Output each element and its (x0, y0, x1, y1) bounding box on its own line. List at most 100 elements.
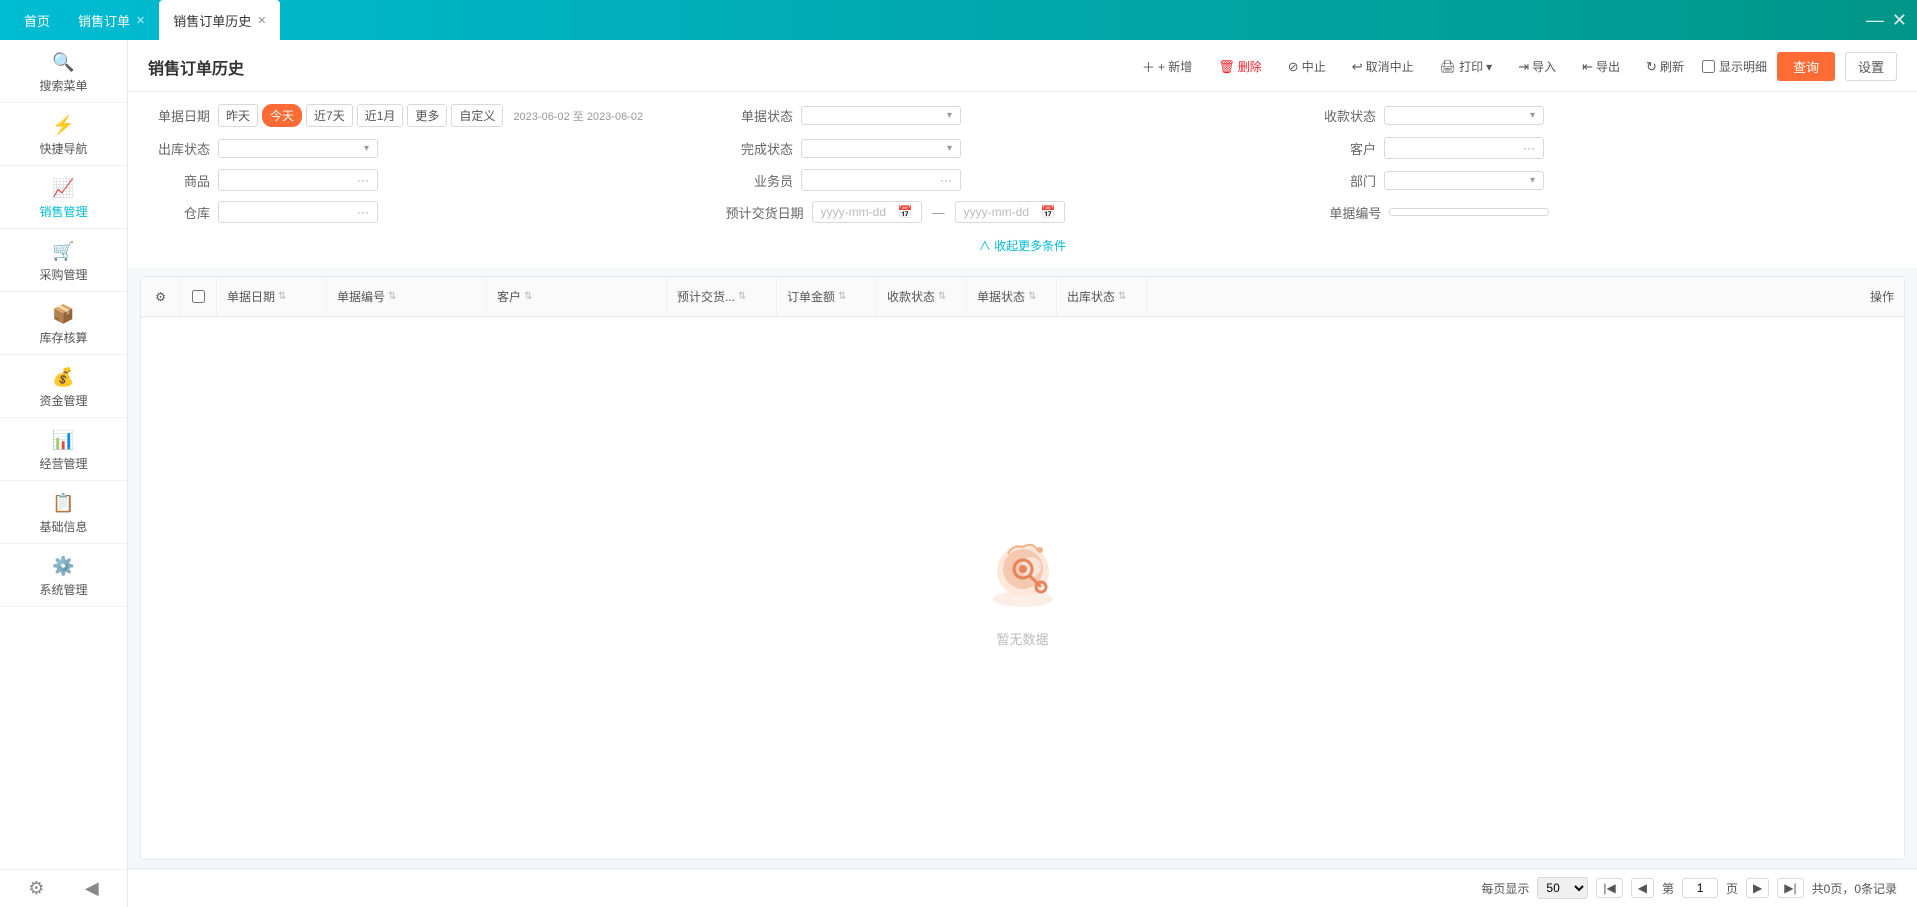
date-custom[interactable]: 自定义 (451, 104, 503, 127)
th-checkbox[interactable] (181, 277, 217, 316)
refresh-button[interactable]: ↻ 刷新 (1638, 54, 1692, 79)
select-all-checkbox[interactable] (192, 290, 205, 303)
page-label: 第 (1662, 880, 1674, 897)
out-status-chevron: ▾ (364, 143, 369, 154)
warehouse-control[interactable]: ··· (218, 201, 706, 223)
delete-button[interactable]: 🗑 删除 (1210, 54, 1270, 79)
payment-status-select[interactable]: ▾ (1384, 106, 1544, 125)
new-button[interactable]: ＋ + 新增 (1134, 53, 1200, 80)
warehouse-input[interactable]: ··· (218, 201, 378, 223)
stop-button[interactable]: ⊘ 中止 (1280, 54, 1334, 79)
sort-docno-icon: ⇅ (388, 291, 396, 302)
sort-customer-icon: ⇅ (524, 291, 532, 302)
doc-no-input[interactable] (1389, 208, 1549, 216)
th-payment[interactable]: 收款状态 ⇅ (877, 277, 967, 316)
top-bar-controls: — ✕ (1866, 10, 1917, 31)
customer-input[interactable]: ··· (1384, 137, 1544, 159)
goods-input[interactable]: ··· (218, 169, 378, 191)
date-1month[interactable]: 近1月 (357, 104, 404, 127)
out-status-control[interactable]: ▾ (218, 139, 711, 158)
query-button[interactable]: 查询 (1777, 52, 1835, 81)
window-minimize-icon[interactable]: — (1866, 10, 1884, 31)
delivery-date-label: 预计交货日期 (726, 203, 812, 222)
filter-area: 单据日期 昨天 今天 近7天 近1月 更多 自定义 2023-06-02 至 2… (128, 92, 1917, 268)
display-toggle[interactable]: 显示明细 (1702, 58, 1767, 75)
salesman-control[interactable]: ··· (801, 169, 1294, 191)
delivery-date-from[interactable]: yyyy-mm-dd 📅 (812, 201, 922, 223)
sidebar-item-purchase[interactable]: 🛒 采购管理 (0, 229, 127, 292)
empty-state: 暂无数据 (978, 529, 1068, 648)
settings-button[interactable]: 设置 (1845, 52, 1897, 81)
calendar-to-icon[interactable]: 📅 (1041, 205, 1056, 219)
salesman-dots: ··· (940, 173, 952, 187)
toolbar: ＋ + 新增 🗑 删除 ⊘ 中止 ↩ 取消中止 (1134, 52, 1897, 81)
out-status-select[interactable]: ▾ (218, 139, 378, 158)
window-close-icon[interactable]: ✕ (1892, 10, 1907, 31)
tab-sales-order-history[interactable]: 销售订单历史 ✕ (159, 0, 280, 40)
print-icon: 🖨 (1440, 59, 1457, 75)
payment-status-control[interactable]: ▾ (1384, 106, 1877, 125)
complete-status-label: 完成状态 (731, 139, 801, 158)
th-date[interactable]: 单据日期 ⇅ (217, 277, 327, 316)
sidebar-item-quicknav[interactable]: ⚡ 快捷导航 (0, 103, 127, 166)
tab-sales-order-history-close[interactable]: ✕ (257, 14, 266, 27)
empty-illustration (978, 529, 1068, 619)
page-header: 销售订单历史 ＋ + 新增 🗑 删除 ⊘ 中止 ↩ (128, 40, 1917, 92)
th-amount[interactable]: 订单金额 ⇅ (777, 277, 877, 316)
page-prev-button[interactable]: ◀ (1631, 878, 1654, 898)
date-7days[interactable]: 近7天 (306, 104, 353, 127)
import-button[interactable]: ⇥ 导入 (1510, 54, 1564, 79)
department-control[interactable]: ▾ (1384, 171, 1877, 190)
system-icon: ⚙️ (52, 556, 74, 577)
sidebar-item-system[interactable]: ⚙️ 系统管理 (0, 544, 127, 607)
doc-no-control[interactable] (1389, 208, 1877, 216)
th-delivery[interactable]: 预计交货... ⇅ (667, 277, 777, 316)
sidebar-item-basic[interactable]: 📋 基础信息 (0, 481, 127, 544)
filter-collapse[interactable]: ∧ 收起更多条件 (148, 233, 1897, 256)
delivery-date-to[interactable]: yyyy-mm-dd 📅 (955, 201, 1065, 223)
page-input[interactable] (1682, 878, 1718, 898)
cancel-stop-button[interactable]: ↩ 取消中止 (1344, 54, 1422, 79)
sidebar-item-sales[interactable]: 📈 销售管理 (0, 166, 127, 229)
page-last-button[interactable]: ▶| (1777, 878, 1803, 898)
page-next-button[interactable]: ▶ (1746, 878, 1769, 898)
print-button[interactable]: 🖨 打印 ▾ (1432, 54, 1501, 79)
th-docstatus[interactable]: 单据状态 ⇅ (967, 277, 1057, 316)
export-button[interactable]: ⇤ 导出 (1574, 54, 1628, 79)
doc-status-select[interactable]: ▾ (801, 106, 961, 125)
sidebar-settings-icon[interactable]: ⚙ (28, 878, 44, 899)
complete-status-select[interactable]: ▾ (801, 139, 961, 158)
th-outstatus[interactable]: 出库状态 ⇅ (1057, 277, 1147, 316)
th-settings[interactable]: ⚙ (141, 277, 181, 316)
th-docno[interactable]: 单据编号 ⇅ (327, 277, 487, 316)
doc-status-control[interactable]: ▾ (801, 106, 1294, 125)
sort-delivery-icon: ⇅ (738, 291, 746, 302)
display-toggle-checkbox[interactable] (1702, 60, 1715, 73)
date-yesterday[interactable]: 昨天 (218, 104, 258, 127)
salesman-input[interactable]: ··· (801, 169, 961, 191)
goods-control[interactable]: ··· (218, 169, 711, 191)
complete-status-control[interactable]: ▾ (801, 139, 1294, 158)
stop-icon: ⊘ (1288, 59, 1299, 75)
page-size-select[interactable]: 20 50 100 (1537, 877, 1588, 899)
tab-home[interactable]: 首页 (10, 0, 64, 40)
sidebar-item-operation[interactable]: 📊 经营管理 (0, 418, 127, 481)
sidebar-item-search[interactable]: 🔍 搜索菜单 (0, 40, 127, 103)
customer-control[interactable]: ··· (1384, 137, 1877, 159)
date-label: 单据日期 (148, 106, 218, 125)
page-first-button[interactable]: |◀ (1596, 878, 1622, 898)
tab-sales-order[interactable]: 销售订单 ✕ (64, 0, 159, 40)
warehouse-label: 仓库 (148, 203, 218, 222)
delivery-date-control: yyyy-mm-dd 📅 — yyyy-mm-dd 📅 (812, 201, 1300, 223)
sidebar-collapse-icon[interactable]: ◀ (85, 878, 99, 899)
calendar-from-icon[interactable]: 📅 (898, 205, 913, 219)
date-more[interactable]: 更多 (407, 104, 447, 127)
sidebar-item-finance[interactable]: 💰 资金管理 (0, 355, 127, 418)
date-today[interactable]: 今天 (262, 104, 302, 127)
filter-row-2: 出库状态 ▾ 完成状态 ▾ 客户 (148, 137, 1897, 159)
department-select[interactable]: ▾ (1384, 171, 1544, 190)
sidebar-item-inventory[interactable]: 📦 库存核算 (0, 292, 127, 355)
tab-sales-order-close[interactable]: ✕ (136, 14, 145, 27)
out-status-label: 出库状态 (148, 139, 218, 158)
th-customer[interactable]: 客户 ⇅ (487, 277, 667, 316)
